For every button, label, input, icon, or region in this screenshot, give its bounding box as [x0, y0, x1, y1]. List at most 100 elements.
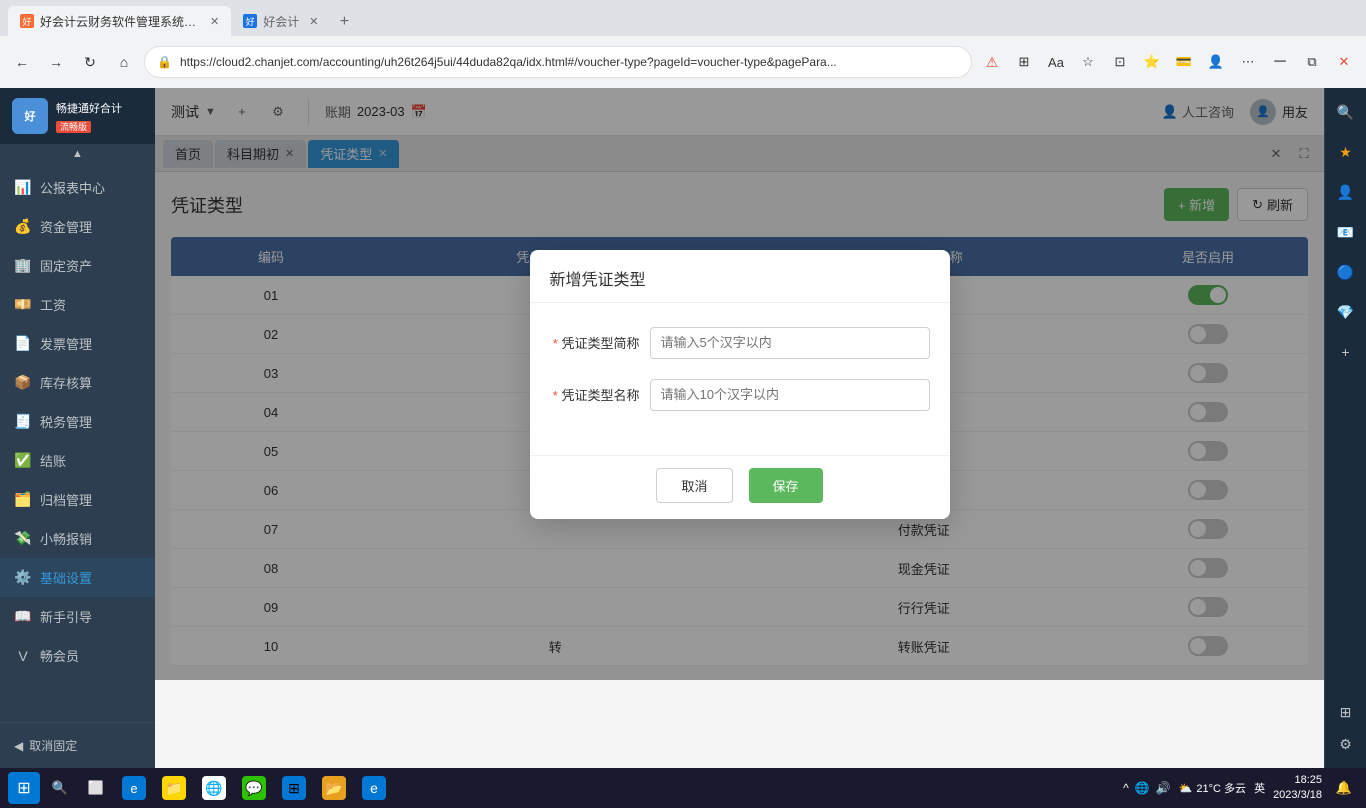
modal-footer: 取消 保存	[530, 455, 950, 519]
minimize-button[interactable]: ─	[1266, 48, 1294, 76]
chrome-icon: 🌐	[202, 776, 226, 800]
sidebar-item-fixed-asset[interactable]: 🏢 固定资产	[0, 246, 155, 285]
sidebar-item-inventory[interactable]: 📦 库存核算	[0, 363, 155, 402]
keyboard-layout: 英	[1254, 780, 1265, 796]
taskbar-app-chrome[interactable]: 🌐	[196, 772, 232, 804]
sidebar-item-capital[interactable]: 💰 资金管理	[0, 207, 155, 246]
tab2-favicon: 好	[243, 14, 257, 28]
sidebar-item-archive[interactable]: 🗂️ 归档管理	[0, 480, 155, 519]
home-button[interactable]: ⌂	[110, 48, 138, 76]
sidebar-scroll-up[interactable]: ▲	[0, 144, 155, 164]
taskbar-app-explorer[interactable]: 📁	[156, 772, 192, 804]
refresh-button[interactable]: ↻	[76, 48, 104, 76]
right-layout-button[interactable]: ⊞	[1330, 696, 1362, 728]
taskbar-app-files[interactable]: 📂	[316, 772, 352, 804]
browser-tabs-bar: 好 好会计云财务软件管理系统_会计 ✕ 好 好会计 ✕ +	[0, 0, 1366, 36]
tab2-close[interactable]: ✕	[309, 15, 318, 28]
clock-date: 2023/3/18	[1273, 788, 1322, 803]
cancel-fixed-button[interactable]: ◀ 取消固定	[14, 731, 141, 760]
split-icon[interactable]: ⊡	[1106, 48, 1134, 76]
abbr-input[interactable]	[650, 327, 930, 359]
inventory-icon: 📦	[14, 374, 32, 392]
sidebar-item-basic[interactable]: ⚙️ 基础设置	[0, 558, 155, 597]
right-search-button[interactable]: 🔍	[1330, 96, 1362, 128]
name-label-text: 凭证类型名称	[561, 388, 639, 403]
taskbar-app-edge2[interactable]: e	[356, 772, 392, 804]
sidebar-item-guide[interactable]: 📖 新手引导	[0, 597, 155, 636]
taskbar-app-edge[interactable]: e	[116, 772, 152, 804]
taskbar-right: ^ 🌐 🔊 ⛅ 21°C 多云 英 18:25 2023/3/18 🔔	[1123, 773, 1358, 804]
modal-header: 新增凭证类型	[530, 250, 950, 303]
tab1-close[interactable]: ✕	[210, 15, 219, 28]
address-bar[interactable]: 🔒 https://cloud2.chanjet.com/accounting/…	[144, 46, 972, 78]
systray-expand[interactable]: ^	[1123, 781, 1129, 795]
browser-tab-2[interactable]: 好 好会计 ✕	[231, 6, 330, 36]
invoice-icon: 📄	[14, 335, 32, 353]
sidebar-item-announcement-label: 公报表中心	[40, 178, 105, 197]
extensions-icon[interactable]: ⊞	[1010, 48, 1038, 76]
right-user-button[interactable]: 👤	[1330, 176, 1362, 208]
logo-badge: 流畅版	[56, 118, 122, 133]
close-button[interactable]: ✕	[1330, 48, 1358, 76]
weather-text: 21°C 多云	[1196, 780, 1246, 796]
forward-button[interactable]: →	[42, 48, 70, 76]
abbr-label-text: 凭证类型简称	[561, 336, 639, 351]
taskbar-task-view[interactable]: ⬜	[80, 772, 112, 804]
clock-time: 18:25	[1273, 773, 1322, 788]
zoom-icon[interactable]: Aa	[1042, 48, 1070, 76]
right-settings-button[interactable]: ⚙	[1330, 728, 1362, 760]
modal-body: * 凭证类型简称 * 凭证类型名称	[530, 303, 950, 455]
modal-overlay: 新增凭证类型 * 凭证类型简称 * 凭证类型名称 取消 保存	[155, 88, 1324, 680]
browser-actions: ⚠ ⊞ Aa ☆ ⊡ ⭐ 💳 👤 ⋯ ─ ⧉ ✕	[978, 48, 1358, 76]
network-icon[interactable]: 🌐	[1135, 781, 1150, 795]
right-feishu-button[interactable]: 🔵	[1330, 256, 1362, 288]
user-profile[interactable]: 👤	[1202, 48, 1230, 76]
favorites-icon[interactable]: ⭐	[1138, 48, 1166, 76]
taskbar-app-wechat[interactable]: 💬	[236, 772, 272, 804]
right-add-button[interactable]: +	[1330, 336, 1362, 368]
taskbar-search[interactable]: 🔍	[44, 772, 76, 804]
weather-display[interactable]: ⛅ 21°C 多云	[1179, 780, 1246, 796]
lock-icon: 🔒	[157, 55, 172, 69]
sidebar-logo: 好 畅捷通好合计 流畅版	[0, 88, 155, 144]
wallet-icon[interactable]: 💳	[1170, 48, 1198, 76]
notification-button[interactable]: 🔔	[1330, 774, 1358, 802]
sidebar-footer: ◀ 取消固定	[0, 722, 155, 768]
cancel-button[interactable]: 取消	[656, 468, 732, 503]
profile-icon[interactable]: ⚠	[978, 48, 1006, 76]
logo-title: 畅捷通好合计	[56, 100, 122, 116]
edge-icon: e	[122, 776, 146, 800]
right-outlook-button[interactable]: 📧	[1330, 216, 1362, 248]
maximize-button[interactable]: ⧉	[1298, 48, 1326, 76]
taskbar-app-store[interactable]: ⊞	[276, 772, 312, 804]
sidebar-item-salary-label: 工资	[40, 295, 66, 314]
back-button[interactable]: ←	[8, 48, 36, 76]
right-green-button[interactable]: 💎	[1330, 296, 1362, 328]
sidebar-item-tax[interactable]: 🧾 税务管理	[0, 402, 155, 441]
taskbar: ⊞ 🔍 ⬜ e 📁 🌐 💬 ⊞ 📂 e ^ 🌐 🔊 ⛅ 21°C 多云 英	[0, 768, 1366, 808]
start-button[interactable]: ⊞	[8, 772, 40, 804]
sidebar-item-invoice[interactable]: 📄 发票管理	[0, 324, 155, 363]
clock-display[interactable]: 18:25 2023/3/18	[1273, 773, 1322, 804]
sidebar-item-expense[interactable]: 💸 小畅报销	[0, 519, 155, 558]
sidebar-item-settlement[interactable]: ✅ 结账	[0, 441, 155, 480]
logo-icon: 好	[12, 98, 48, 134]
name-input[interactable]	[650, 379, 930, 411]
save-button[interactable]: 保存	[749, 468, 823, 503]
explorer-icon: 📁	[162, 776, 186, 800]
systray: ^ 🌐 🔊	[1123, 781, 1171, 795]
sidebar-item-member[interactable]: V 畅会员	[0, 636, 155, 675]
new-tab-button[interactable]: +	[330, 8, 358, 36]
sidebar-item-guide-label: 新手引导	[40, 607, 92, 626]
sidebar-item-capital-label: 资金管理	[40, 217, 92, 236]
expense-icon: 💸	[14, 530, 32, 548]
browser-tab-1[interactable]: 好 好会计云财务软件管理系统_会计 ✕	[8, 6, 231, 36]
settlement-icon: ✅	[14, 452, 32, 470]
right-star-button[interactable]: ★	[1330, 136, 1362, 168]
sidebar-item-announcement[interactable]: 📊 公报表中心	[0, 168, 155, 207]
more-menu[interactable]: ⋯	[1234, 48, 1262, 76]
bookmark-icon[interactable]: ☆	[1074, 48, 1102, 76]
abbr-required-star: *	[553, 336, 558, 351]
volume-icon[interactable]: 🔊	[1156, 781, 1171, 795]
sidebar-item-salary[interactable]: 💴 工资	[0, 285, 155, 324]
